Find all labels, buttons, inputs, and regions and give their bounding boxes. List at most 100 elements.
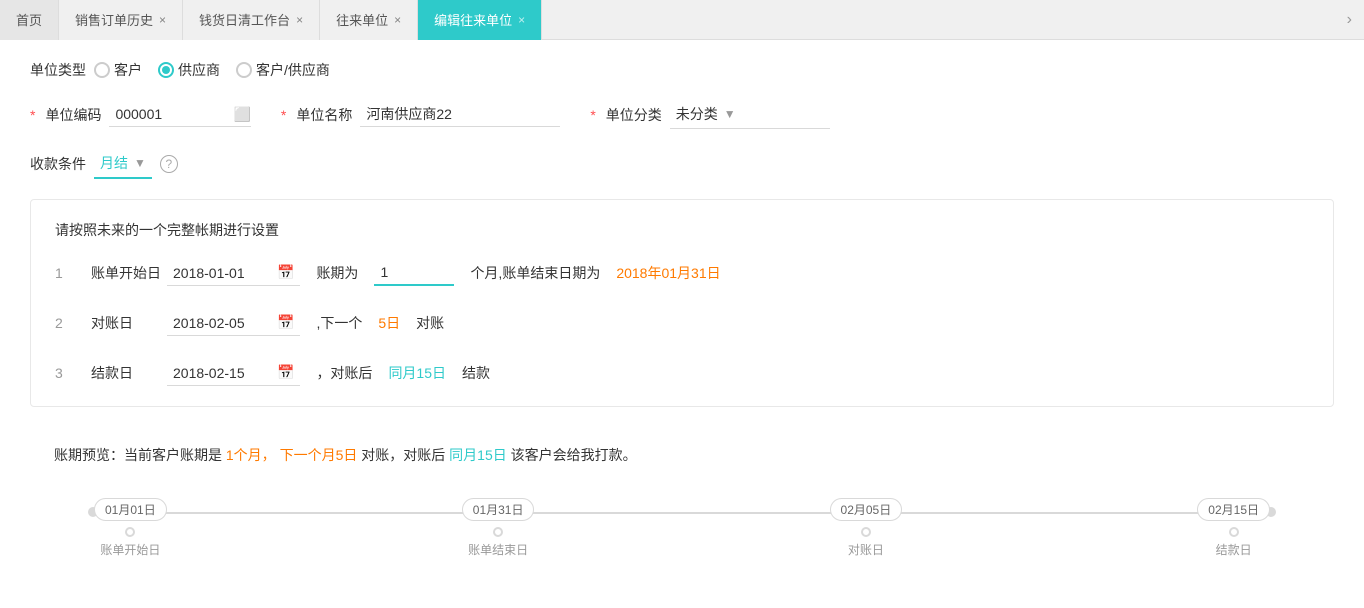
radio-supplier-circle [158, 62, 174, 78]
period-highlight-2: 5日 [378, 313, 400, 333]
calendar-icon-3[interactable]: 📅 [277, 364, 294, 381]
collect-condition-value: 月结 [100, 153, 128, 173]
unit-name-group: * 单位名称 [281, 102, 560, 127]
period-date-input-3[interactable] [173, 365, 273, 381]
timeline-label-1: 账单开始日 [100, 541, 160, 558]
timeline-badge-1: 01月01日 [94, 498, 167, 521]
period-num-2: 2 [55, 315, 75, 331]
close-counterpart-icon[interactable]: × [394, 13, 401, 27]
period-month-unit: 个月,账单结束日期为 [470, 263, 600, 283]
preview-mid: 对账，对账后 [361, 447, 445, 463]
tab-more-button[interactable]: › [1335, 11, 1364, 29]
timeline-label-2: 账单结束日 [468, 541, 528, 558]
unit-name-input[interactable] [360, 102, 560, 127]
close-edit-counterpart-icon[interactable]: × [518, 13, 525, 27]
tab-sales-order[interactable]: 销售订单历史 × [59, 0, 183, 40]
period-date-2: 📅 [167, 310, 300, 336]
unit-code-label: 单位编码 [45, 105, 101, 125]
radio-both-label: 客户/供应商 [256, 60, 330, 80]
timeline-badge-3: 02月05日 [830, 498, 903, 521]
preview-section: 账期预览：当前客户账期是 1个月， 下一个月5日 对账，对账后 同月15日 该客… [30, 427, 1334, 574]
period-row-3: 3 结款日 📅 ，对账后 同月15日 结款 [55, 360, 1309, 386]
timeline-label-4: 结款日 [1216, 541, 1252, 558]
unit-name-required: * [281, 107, 286, 123]
period-label-2: 对账日 [91, 313, 151, 333]
unit-category-arrow-icon: ▼ [724, 107, 736, 121]
unit-category-required: * [590, 107, 595, 123]
timeline-dot-2 [493, 527, 503, 537]
close-cash-work-icon[interactable]: × [296, 13, 303, 27]
tab-home[interactable]: 首页 [0, 0, 59, 40]
preview-part3: 同月15日 [449, 447, 507, 463]
tab-sales-order-label: 销售订单历史 [75, 10, 153, 29]
unit-category-select[interactable]: 未分类 ▼ [670, 100, 830, 129]
unit-code-input[interactable] [109, 102, 229, 126]
timeline-badge-2: 01月31日 [462, 498, 535, 521]
period-row-1: 1 账单开始日 📅 账期为 个月,账单结束日期为 2018年01月31日 [55, 260, 1309, 286]
preview-label: 账期预览：当前客户账期是 [54, 447, 222, 463]
period-label-1: 账单开始日 [91, 263, 151, 283]
radio-group-unit-type: 客户 供应商 客户/供应商 [94, 60, 330, 80]
timeline-point-4: 02月15日 结款日 [1197, 498, 1270, 558]
timeline-badge-4: 02月15日 [1197, 498, 1270, 521]
calendar-icon-2[interactable]: 📅 [277, 314, 294, 331]
unit-type-label: 单位类型 [30, 60, 86, 80]
calendar-icon-1[interactable]: 📅 [277, 264, 294, 281]
preview-end: 该客户会给我打款。 [511, 447, 637, 463]
period-highlight-3: 同月15日 [388, 363, 446, 383]
preview-text: 账期预览：当前客户账期是 1个月， 下一个月5日 对账，对账后 同月15日 该客… [54, 443, 1310, 468]
period-end-date-highlight: 2018年01月31日 [616, 263, 720, 283]
tab-cash-work[interactable]: 钱货日清工作台 × [183, 0, 320, 40]
timeline-points: 01月01日 账单开始日 01月31日 账单结束日 02月05日 对账日 02月… [94, 498, 1270, 558]
timeline-point-3: 02月05日 对账日 [830, 498, 903, 558]
period-date-input-2[interactable] [173, 315, 273, 331]
period-prefix-3: ，对账后 [316, 363, 372, 383]
unit-code-group: * 单位编码 ⬜ [30, 102, 251, 127]
unit-code-input-wrapper: ⬜ [109, 102, 250, 127]
unit-category-label: 单位分类 [606, 105, 662, 125]
unit-category-group: * 单位分类 未分类 ▼ [590, 100, 829, 129]
tab-edit-counterpart-label: 编辑往来单位 [434, 10, 512, 29]
period-num-3: 3 [55, 365, 75, 381]
unit-category-value: 未分类 [676, 104, 718, 124]
unit-code-copy-icon[interactable]: ⬜ [233, 106, 250, 123]
tab-edit-counterpart[interactable]: 编辑往来单位 × [418, 0, 542, 40]
collect-condition-row: 收款条件 月结 ▼ ? [30, 149, 1334, 179]
timeline-dot-4 [1229, 527, 1239, 537]
close-sales-order-icon[interactable]: × [159, 13, 166, 27]
period-date-input-1[interactable] [173, 265, 273, 281]
collect-condition-label: 收款条件 [30, 154, 86, 174]
timeline-point-2: 01月31日 账单结束日 [462, 498, 535, 558]
unit-type-group: 单位类型 客户 供应商 客户/供应商 [30, 60, 330, 80]
period-suffix-2: 对账 [416, 313, 444, 333]
period-prefix-2: ,下一个 [316, 313, 362, 333]
radio-customer-label: 客户 [114, 60, 142, 80]
radio-both[interactable]: 客户/供应商 [236, 60, 330, 80]
collect-condition-arrow-icon: ▼ [134, 156, 146, 170]
preview-part2: 下一个月5日 [280, 447, 358, 463]
main-content: 单位类型 客户 供应商 客户/供应商 * 单位编码 [0, 40, 1364, 608]
timeline-point-1: 01月01日 账单开始日 [94, 498, 167, 558]
radio-both-circle [236, 62, 252, 78]
period-num-1: 1 [55, 265, 75, 281]
unit-code-required: * [30, 107, 35, 123]
period-card-title: 请按照未来的一个完整帐期进行设置 [55, 220, 1309, 240]
collect-condition-select[interactable]: 月结 ▼ [94, 149, 152, 179]
radio-customer[interactable]: 客户 [94, 60, 142, 80]
tab-bar: 首页 销售订单历史 × 钱货日清工作台 × 往来单位 × 编辑往来单位 × › [0, 0, 1364, 40]
timeline-dot-3 [861, 527, 871, 537]
period-row-2: 2 对账日 📅 ,下一个 5日 对账 [55, 310, 1309, 336]
period-label-3: 结款日 [91, 363, 151, 383]
period-month-input[interactable] [374, 260, 454, 286]
collect-help-icon[interactable]: ? [160, 155, 178, 173]
radio-customer-circle [94, 62, 110, 78]
period-suffix-3: 结款 [462, 363, 490, 383]
unit-type-row: 单位类型 客户 供应商 客户/供应商 [30, 60, 1334, 80]
tab-cash-work-label: 钱货日清工作台 [199, 10, 290, 29]
tab-counterpart[interactable]: 往来单位 × [320, 0, 418, 40]
tab-counterpart-label: 往来单位 [336, 10, 388, 29]
unit-name-label: 单位名称 [296, 105, 352, 125]
period-card: 请按照未来的一个完整帐期进行设置 1 账单开始日 📅 账期为 个月,账单结束日期… [30, 199, 1334, 407]
radio-supplier[interactable]: 供应商 [158, 60, 220, 80]
timeline-label-3: 对账日 [848, 541, 884, 558]
